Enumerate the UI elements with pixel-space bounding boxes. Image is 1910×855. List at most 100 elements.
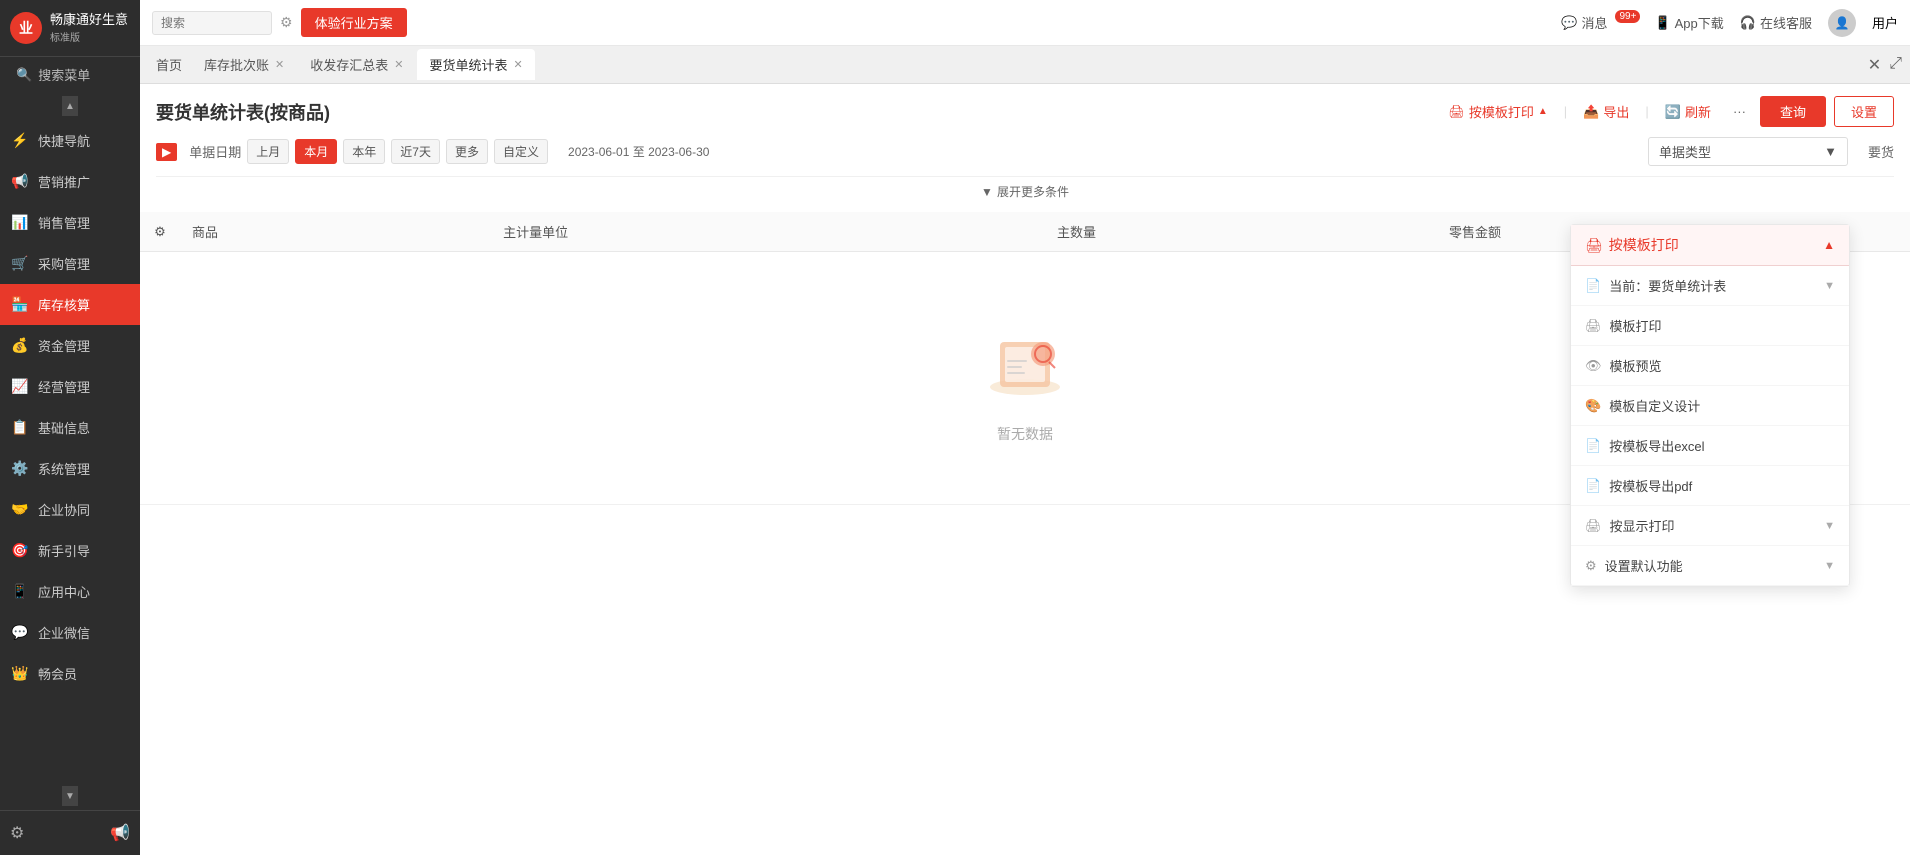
app-subtitle: 标准版	[50, 29, 128, 44]
date-btn-7days[interactable]: 近7天	[391, 139, 440, 164]
popup-template-export-pdf-left: 📄 按模板导出pdf	[1585, 476, 1692, 495]
popup-template-design-label: 模板自定义设计	[1609, 396, 1700, 415]
sidebar-item-wechat[interactable]: 💬 企业微信	[0, 612, 140, 653]
query-button[interactable]: 查询	[1760, 96, 1826, 127]
sidebar-scroll-down[interactable]: ▼	[0, 782, 140, 810]
date-btn-custom[interactable]: 自定义	[494, 139, 548, 164]
sidebar: 业 畅康通好生意 标准版 🔍 搜索菜单 ▲ ⚡ 快捷导航 📢 营销推广 📊 销售…	[0, 0, 140, 855]
popup-current-label: 当前：要货单统计表	[1609, 276, 1726, 295]
popup-set-default-group[interactable]: ⚙ 设置默认功能 ▼	[1571, 546, 1849, 586]
export-icon: 📤	[1583, 104, 1599, 120]
date-btn-year[interactable]: 本年	[343, 139, 385, 164]
sidebar-item-system[interactable]: ⚙️ 系统管理	[0, 448, 140, 489]
purchase-icon: 🛒	[10, 255, 30, 272]
close-collection-summary-icon[interactable]: ✕	[394, 58, 403, 71]
customer-service-label: 在线客服	[1760, 13, 1812, 32]
footer-speaker-icon[interactable]: 📢	[110, 823, 130, 843]
collection-summary-label: 收发存汇总表	[310, 55, 388, 74]
popup-template-design[interactable]: 🎨 模板自定义设计	[1571, 386, 1849, 426]
display-print-arrow: ▼	[1824, 520, 1835, 532]
sidebar-item-appcenter[interactable]: 📱 应用中心	[0, 571, 140, 612]
order-type-arrow-icon: ▼	[1824, 144, 1837, 159]
customer-service-item[interactable]: 🎧 在线客服	[1740, 13, 1812, 32]
sidebar-item-shortcut[interactable]: ⚡ 快捷导航	[0, 120, 140, 161]
col-goods: 商品	[180, 212, 491, 252]
print-dropdown-popup: 🖨 按模板打印 ▲ 📄 当前：要货单统计表 ▼ 🖨 模板打印	[1570, 224, 1850, 587]
ops-icon: 📈	[10, 378, 30, 395]
trial-button[interactable]: 体验行业方案	[301, 8, 407, 37]
tab-order-stats[interactable]: 要货单统计表 ✕	[417, 49, 534, 80]
expand-tabs-btn[interactable]: ⤢	[1889, 55, 1902, 75]
sidebar-scroll-up[interactable]: ▲	[0, 92, 140, 120]
popup-template-print[interactable]: 🖨 模板打印	[1571, 306, 1849, 346]
popup-set-default-label: 设置默认功能	[1605, 556, 1683, 575]
expand-more-btn[interactable]: ▼ 展开更多条件	[156, 176, 1894, 206]
close-inventory-batch-icon[interactable]: ✕	[275, 58, 284, 71]
template-excel-icon: 📄	[1585, 438, 1601, 454]
user-avatar[interactable]: 👤	[1828, 9, 1856, 37]
settings-button[interactable]: 设置	[1834, 96, 1894, 127]
tab-inventory-batch[interactable]: 库存批次账 ✕	[192, 49, 296, 80]
sidebar-label-ops: 经营管理	[38, 377, 90, 396]
date-btn-current[interactable]: 本月	[295, 139, 337, 164]
sidebar-item-marketing[interactable]: 📢 营销推广	[0, 161, 140, 202]
date-range-text: 2023-06-01 至 2023-06-30	[568, 145, 709, 159]
sidebar-item-member[interactable]: 👑 畅会员	[0, 653, 140, 694]
date-btn-more[interactable]: 更多	[446, 139, 488, 164]
popup-template-design-left: 🎨 模板自定义设计	[1585, 396, 1700, 415]
refresh-label: 刷新	[1685, 102, 1711, 121]
more-icon[interactable]: ···	[1727, 104, 1752, 119]
tab-home[interactable]: 首页	[148, 49, 190, 80]
scroll-up-btn[interactable]: ▲	[62, 96, 78, 116]
popup-current-arrow: ▼	[1824, 280, 1835, 292]
message-item[interactable]: 💬 消息 99+	[1561, 13, 1638, 32]
popup-template-preview[interactable]: 👁 模板预览	[1571, 346, 1849, 386]
sidebar-item-finance[interactable]: 💰 资金管理	[0, 325, 140, 366]
close-all-tabs-btn[interactable]: ✕	[1868, 55, 1881, 75]
col-unit: 主计量单位	[491, 212, 1045, 252]
topbar-left: ⚙ 体验行业方案	[152, 8, 407, 37]
popup-header[interactable]: 🖨 按模板打印 ▲	[1571, 225, 1849, 266]
tab-collection-summary[interactable]: 收发存汇总表 ✕	[298, 49, 415, 80]
order-stats-label: 要货单统计表	[429, 55, 507, 74]
order-goods-label-area: 要货	[1868, 142, 1894, 161]
message-label: 消息	[1581, 13, 1607, 32]
popup-template-export-pdf[interactable]: 📄 按模板导出pdf	[1571, 466, 1849, 506]
template-design-icon: 🎨	[1585, 398, 1601, 414]
sidebar-nav: ⚡ 快捷导航 📢 营销推广 📊 销售管理 🛒 采购管理 🏪 库存核算 💰 资金管…	[0, 120, 140, 782]
popup-template-export-excel[interactable]: 📄 按模板导出excel	[1571, 426, 1849, 466]
col-settings[interactable]: ⚙	[140, 212, 180, 252]
export-button[interactable]: 📤 导出	[1575, 98, 1637, 125]
gear-icon[interactable]: ⚙	[280, 14, 293, 31]
sidebar-label-basic: 基础信息	[38, 418, 90, 437]
scroll-down-btn[interactable]: ▼	[62, 786, 78, 806]
sidebar-item-ops[interactable]: 📈 经营管理	[0, 366, 140, 407]
search-input[interactable]	[152, 11, 272, 35]
message-icon: 💬	[1561, 15, 1577, 31]
expand-more-label: 展开更多条件	[997, 183, 1069, 200]
sidebar-item-sales[interactable]: 📊 销售管理	[0, 202, 140, 243]
member-icon: 👑	[10, 665, 30, 682]
popup-current-item[interactable]: 📄 当前：要货单统计表 ▼	[1571, 266, 1849, 306]
sidebar-item-guide[interactable]: 🎯 新手引导	[0, 530, 140, 571]
footer-settings-icon[interactable]: ⚙	[10, 823, 24, 843]
popup-set-default-left: ⚙ 设置默认功能	[1585, 556, 1683, 575]
sidebar-item-basic[interactable]: 📋 基础信息	[0, 407, 140, 448]
toolbar-divider-2: |	[1645, 104, 1648, 119]
close-order-stats-icon[interactable]: ✕	[514, 58, 523, 71]
app-download-item[interactable]: 📱 App下载	[1654, 13, 1723, 32]
print-button[interactable]: 🖨 按模板打印 ▲	[1440, 98, 1555, 125]
home-label: 首页	[156, 55, 182, 74]
popup-display-print-group[interactable]: 🖨 按显示打印 ▼	[1571, 506, 1849, 546]
col-qty: 主数量	[1045, 212, 1437, 252]
sidebar-search-item[interactable]: 🔍 搜索菜单	[0, 57, 140, 92]
expand-arrow[interactable]: ▶	[156, 143, 177, 161]
order-type-select[interactable]: 单据类型 ▼	[1648, 137, 1848, 166]
date-range-display: 2023-06-01 至 2023-06-30	[568, 143, 709, 160]
sidebar-item-enterprise[interactable]: 🤝 企业协同	[0, 489, 140, 530]
sidebar-item-inventory[interactable]: 🏪 库存核算	[0, 284, 140, 325]
sidebar-item-purchase[interactable]: 🛒 采购管理	[0, 243, 140, 284]
popup-header-arrow: ▲	[1823, 238, 1835, 252]
refresh-button[interactable]: 🔄 刷新	[1657, 98, 1719, 125]
date-btn-last[interactable]: 上月	[247, 139, 289, 164]
